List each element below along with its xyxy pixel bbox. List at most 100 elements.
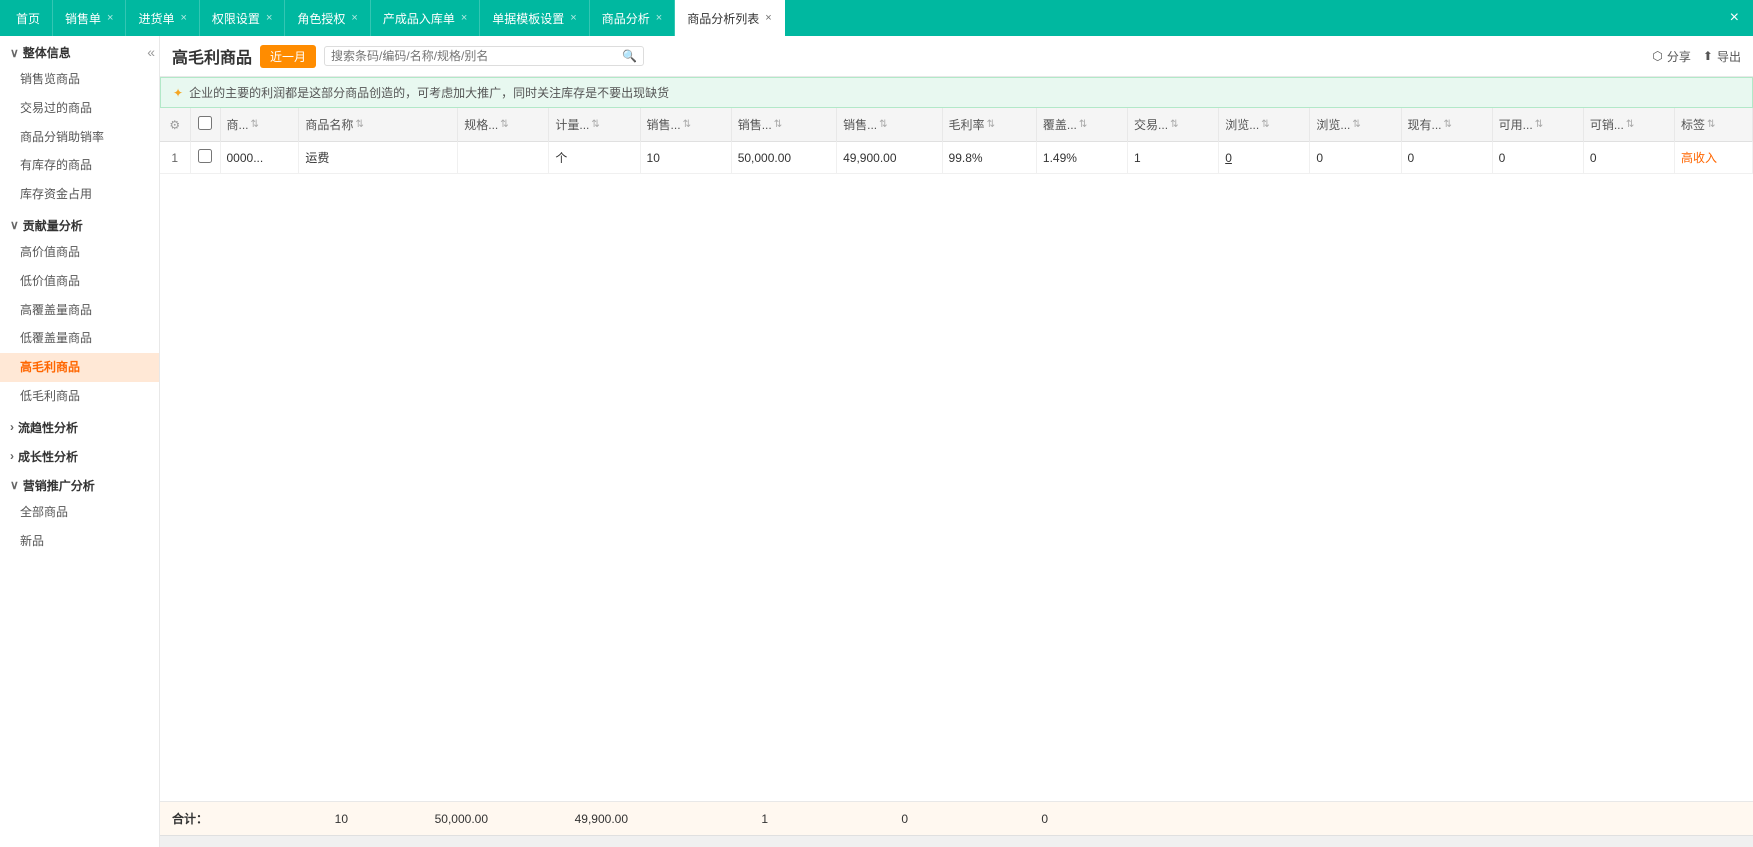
nav-tab-home[interactable]: 首页 <box>4 0 53 36</box>
cell-unit: 个 <box>549 142 640 174</box>
col-unit[interactable]: 计量...⇅ <box>549 108 640 142</box>
page-title: 高毛利商品 <box>172 44 252 68</box>
cell-stock-avail: 0 <box>1492 142 1583 174</box>
sort-icon: ⇅ <box>1170 119 1178 130</box>
col-gross-margin[interactable]: 毛利率⇅ <box>942 108 1036 142</box>
sidebar: « ∨ 整体信息 销售览商品 交易过的商品 商品分销助销率 有库存的商品 库存资… <box>0 36 160 847</box>
sidebar-item-traded-goods[interactable]: 交易过的商品 <box>0 94 159 123</box>
sort-icon: ⇅ <box>987 119 995 130</box>
close-icon[interactable]: × <box>461 12 467 24</box>
sort-icon: ⇅ <box>879 119 887 130</box>
sidebar-item-new-goods[interactable]: 新品 <box>0 527 159 556</box>
export-button[interactable]: ⬆ 导出 <box>1703 48 1741 65</box>
nav-tab-purchase[interactable]: 进货单 × <box>126 0 199 36</box>
sidebar-item-in-stock-goods[interactable]: 有库存的商品 <box>0 151 159 180</box>
nav-tab-permission[interactable]: 权限设置 × <box>200 0 285 36</box>
sidebar-group-growth[interactable]: › 成长性分析 <box>0 440 159 469</box>
close-all-button[interactable]: × <box>1720 9 1749 27</box>
nav-tab-role[interactable]: 角色授权 × <box>285 0 370 36</box>
nav-tab-analysis-list[interactable]: 商品分析列表 × <box>675 0 784 36</box>
cell-name: 运费 <box>299 142 458 174</box>
col-settings[interactable]: ⚙ <box>160 108 190 142</box>
col-code[interactable]: 商...⇅ <box>220 108 299 142</box>
sidebar-item-high-margin[interactable]: 高毛利商品 <box>0 353 159 382</box>
close-icon[interactable]: × <box>180 12 186 24</box>
sort-icon: ⇅ <box>1261 119 1269 130</box>
row-checkbox-cell <box>190 142 220 174</box>
sidebar-item-low-coverage[interactable]: 低覆盖量商品 <box>0 324 159 353</box>
table-footer: 合计： 10 50,000.00 49,900.00 1 0 0 <box>160 801 1753 835</box>
sidebar-group-trend[interactable]: › 流趋性分析 <box>0 411 159 440</box>
col-name[interactable]: 商品名称⇅ <box>299 108 458 142</box>
col-stock-sell[interactable]: 可销...⇅ <box>1583 108 1674 142</box>
browse1-link[interactable]: 0 <box>1225 151 1232 165</box>
nav-tab-sales[interactable]: 销售单 × <box>53 0 126 36</box>
col-sales-qty[interactable]: 销售...⇅ <box>640 108 731 142</box>
col-trade[interactable]: 交易...⇅ <box>1128 108 1219 142</box>
cell-stock-cur: 0 <box>1401 142 1492 174</box>
col-sales-cost[interactable]: 销售...⇅ <box>837 108 942 142</box>
col-spec[interactable]: 规格...⇅ <box>458 108 549 142</box>
sidebar-item-high-value[interactable]: 高价值商品 <box>0 238 159 267</box>
main-content: « ∨ 整体信息 销售览商品 交易过的商品 商品分销助销率 有库存的商品 库存资… <box>0 36 1753 847</box>
close-icon[interactable]: × <box>656 12 662 24</box>
footer-sales-cost: 49,900.00 <box>548 812 628 826</box>
col-browse2[interactable]: 浏览...⇅ <box>1310 108 1401 142</box>
sidebar-item-high-coverage[interactable]: 高覆盖量商品 <box>0 296 159 325</box>
close-icon[interactable]: × <box>351 12 357 24</box>
col-browse1[interactable]: 浏览...⇅ <box>1219 108 1310 142</box>
col-tag[interactable]: 标签⇅ <box>1674 108 1752 142</box>
col-coverage[interactable]: 覆盖...⇅ <box>1036 108 1127 142</box>
share-icon: ⬡ <box>1652 49 1662 63</box>
sidebar-item-all-goods[interactable]: 全部商品 <box>0 498 159 527</box>
sort-icon: ⇅ <box>1535 119 1543 130</box>
search-icon[interactable]: 🔍 <box>622 49 637 63</box>
sidebar-item-sales-goods[interactable]: 销售览商品 <box>0 65 159 94</box>
sort-icon: ⇅ <box>1352 119 1360 130</box>
arrow-icon: › <box>10 449 14 463</box>
horizontal-scrollbar[interactable] <box>160 835 1753 847</box>
content-area: 高毛利商品 近一月 🔍 ⬡ 分享 ⬆ 导出 ✦ 企业的主要的利润都是这部分商品创… <box>160 36 1753 847</box>
nav-tab-analysis[interactable]: 商品分析 × <box>590 0 675 36</box>
cell-coverage: 1.49% <box>1036 142 1127 174</box>
sidebar-item-stock-capital[interactable]: 库存资金占用 <box>0 180 159 209</box>
sidebar-item-low-value[interactable]: 低价值商品 <box>0 267 159 296</box>
footer-label: 合计： <box>172 810 208 827</box>
sidebar-collapse-button[interactable]: « <box>147 44 155 60</box>
sidebar-item-low-margin[interactable]: 低毛利商品 <box>0 382 159 411</box>
nav-tab-product-storage[interactable]: 产成品入库单 × <box>371 0 480 36</box>
close-icon[interactable]: × <box>107 12 113 24</box>
row-checkbox[interactable] <box>198 149 212 163</box>
share-button[interactable]: ⬡ 分享 <box>1652 48 1691 65</box>
arrow-icon: › <box>10 420 14 434</box>
tag-label: 高收入 <box>1681 151 1717 165</box>
col-stock-cur[interactable]: 现有...⇅ <box>1401 108 1492 142</box>
footer-values: 10 50,000.00 49,900.00 1 0 0 <box>268 812 1048 826</box>
notice-icon: ✦ <box>173 86 183 100</box>
settings-icon[interactable]: ⚙ <box>169 118 180 132</box>
close-icon[interactable]: × <box>570 12 576 24</box>
footer-trade: 1 <box>688 812 768 826</box>
col-stock-avail[interactable]: 可用...⇅ <box>1492 108 1583 142</box>
arrow-icon: ∨ <box>10 46 19 60</box>
sort-icon: ⇅ <box>1444 119 1452 130</box>
sidebar-item-distribution-rate[interactable]: 商品分销助销率 <box>0 123 159 152</box>
close-icon[interactable]: × <box>266 12 272 24</box>
col-sales-amt[interactable]: 销售...⇅ <box>731 108 836 142</box>
sort-icon: ⇅ <box>683 119 691 130</box>
nav-tab-template[interactable]: 单据模板设置 × <box>480 0 589 36</box>
cell-browse1[interactable]: 0 <box>1219 142 1310 174</box>
sort-icon: ⇅ <box>251 119 259 130</box>
cell-tag: 高收入 <box>1674 142 1752 174</box>
sidebar-group-marketing[interactable]: ∨ 营销推广分析 <box>0 469 159 498</box>
close-icon[interactable]: × <box>765 12 771 24</box>
sidebar-group-overview[interactable]: ∨ 整体信息 <box>0 36 159 65</box>
cell-stock-sell: 0 <box>1583 142 1674 174</box>
col-checkbox <box>190 108 220 142</box>
export-icon: ⬆ <box>1703 49 1713 63</box>
sidebar-group-contribution[interactable]: ∨ 贡献量分析 <box>0 209 159 238</box>
filter-date-button[interactable]: 近一月 <box>260 45 316 68</box>
search-input[interactable] <box>331 49 622 63</box>
select-all-checkbox[interactable] <box>198 116 212 130</box>
sort-icon: ⇅ <box>591 119 599 130</box>
